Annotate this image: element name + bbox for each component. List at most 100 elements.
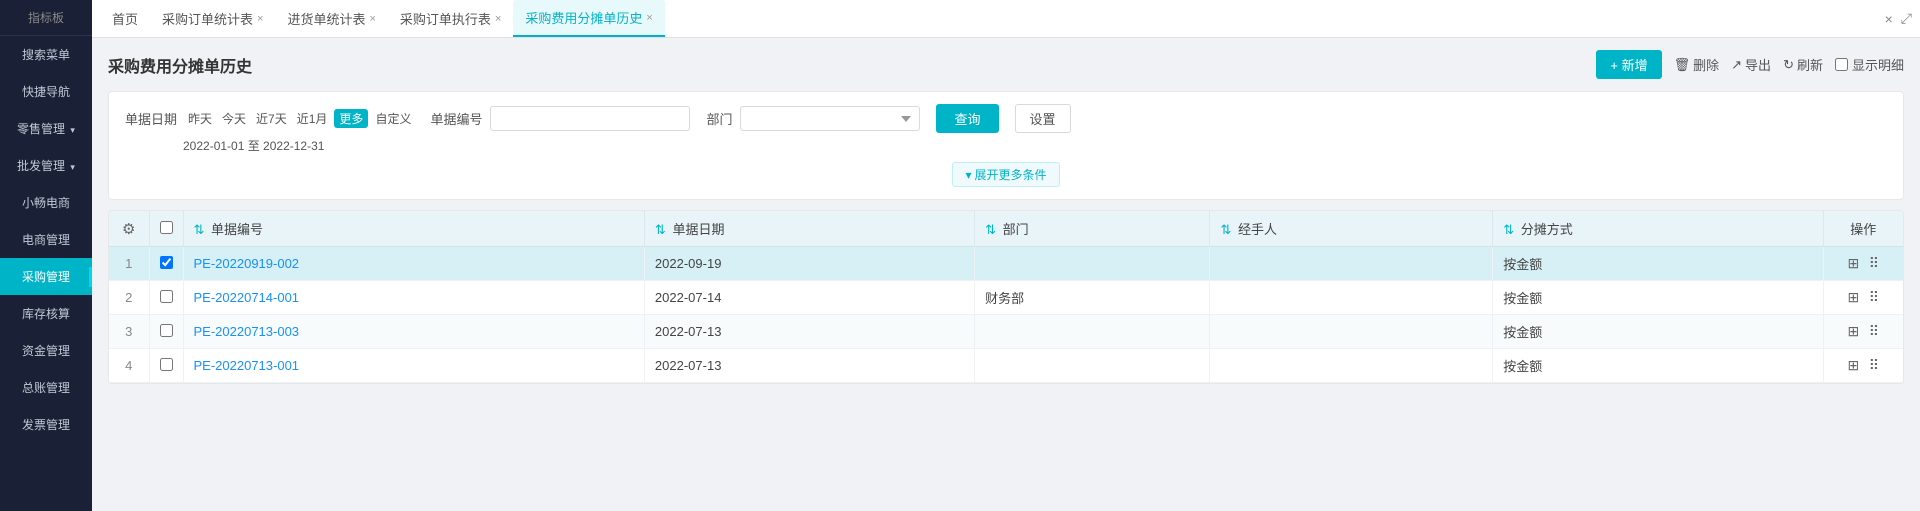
show-columns-input[interactable] (1835, 58, 1848, 71)
sidebar-item-purchase[interactable]: 采购管理 (0, 258, 92, 295)
doc-no-link-1[interactable]: PE-20220919-002 (194, 256, 300, 271)
sidebar-item-invoice[interactable]: 发票管理 (0, 406, 92, 443)
refresh-button[interactable]: ↻ 刷新 (1783, 55, 1823, 74)
view-icon-1[interactable]: ⊞ (1847, 255, 1859, 271)
row-checkbox-4[interactable] (149, 349, 183, 383)
last7days-shortcut[interactable]: 近7天 (253, 109, 290, 128)
sidebar-item-quick-nav[interactable]: 快捷导航 (0, 73, 92, 110)
view-icon-2[interactable]: ⊞ (1847, 289, 1859, 305)
row-doc-no-1: PE-20220919-002 (183, 247, 644, 281)
row-handler-4 (1210, 349, 1493, 383)
yesterday-shortcut[interactable]: 昨天 (185, 109, 215, 128)
table-row: 2 PE-20220714-001 2022-07-14 财务部 按金额 ⊞ ⠿ (109, 281, 1903, 315)
custom-shortcut[interactable]: 自定义 (372, 109, 414, 128)
tab-close-purchase-order-exec[interactable]: × (495, 13, 501, 25)
sidebar-item-ledger[interactable]: 总账管理 (0, 369, 92, 406)
sidebar-item-search-menu[interactable]: 搜索菜单 (0, 36, 92, 73)
tab-close-purchase-order-stat[interactable]: × (257, 13, 263, 25)
page-content-area: 采购费用分摊单历史 + 新增 🗑 删除 ↗ 导出 ↻ 刷新 显示明细 (92, 38, 1920, 511)
expand-conditions-button[interactable]: ▾ 展开更多条件 (952, 162, 1059, 187)
row-doc-no-3: PE-20220713-003 (183, 315, 644, 349)
data-table-container: ⚙ ⇅ 单据编号 ⇅ 单据日期 (108, 210, 1904, 384)
doc-no-link-2[interactable]: PE-20220714-001 (194, 290, 300, 305)
sidebar-item-wholesale[interactable]: 批发管理 ▾ (0, 147, 92, 184)
col-doc-date-header[interactable]: ⇅ 单据日期 (644, 211, 974, 247)
show-columns-checkbox[interactable]: 显示明细 (1835, 55, 1904, 74)
sort-icon: ⇅ (985, 222, 996, 237)
select-all-checkbox[interactable] (160, 221, 173, 234)
more-icon-3[interactable]: ⠿ (1869, 323, 1879, 339)
row-split-method-4: 按金额 (1493, 349, 1823, 383)
row-index-3: 3 (109, 315, 149, 349)
search-row-1: 单据日期 昨天 今天 近7天 近1月 更多 自定义 单据编号 (125, 104, 1887, 133)
add-button[interactable]: + 新增 (1596, 50, 1661, 79)
view-icon-4[interactable]: ⊞ (1847, 357, 1859, 373)
delete-button[interactable]: 🗑 删除 (1674, 55, 1720, 74)
col-handler-header[interactable]: ⇅ 经手人 (1210, 211, 1493, 247)
row-checkbox-1[interactable] (149, 247, 183, 281)
dept-label: 部门 (706, 109, 732, 128)
sort-icon: ⇅ (194, 222, 205, 237)
col-settings-header[interactable]: ⚙ (109, 211, 149, 247)
date-label: 单据日期 (125, 109, 177, 128)
doc-no-label: 单据编号 (430, 109, 482, 128)
search-panel: 单据日期 昨天 今天 近7天 近1月 更多 自定义 单据编号 (108, 91, 1904, 200)
row-actions-4: ⊞ ⠿ (1823, 349, 1903, 383)
today-shortcut[interactable]: 今天 (219, 109, 249, 128)
tab-bar: 首页 采购订单统计表 × 进货单统计表 × 采购订单执行表 × 采购费用分摊单历… (92, 0, 1920, 38)
row-checkbox-2[interactable] (149, 281, 183, 315)
row-actions-1: ⊞ ⠿ (1823, 247, 1903, 281)
col-dept-header[interactable]: ⇅ 部门 (975, 211, 1210, 247)
page-title: 采购费用分摊单历史 (108, 53, 252, 77)
row-checkbox-3[interactable] (149, 315, 183, 349)
date-shortcuts: 昨天 今天 近7天 近1月 更多 自定义 (185, 109, 414, 128)
sidebar-item-inventory[interactable]: 库存核算 (0, 295, 92, 332)
more-icon-2[interactable]: ⠿ (1869, 289, 1879, 305)
query-button[interactable]: 查询 (936, 104, 998, 133)
view-icon-3[interactable]: ⊞ (1847, 323, 1859, 339)
doc-no-input[interactable] (490, 106, 690, 131)
table-header-row: ⚙ ⇅ 单据编号 ⇅ 单据日期 (109, 211, 1903, 247)
column-settings-icon[interactable]: ⚙ (122, 221, 135, 238)
export-button[interactable]: ↗ 导出 (1731, 55, 1771, 74)
row-split-method-1: 按金额 (1493, 247, 1823, 281)
more-shortcuts-button[interactable]: 更多 (334, 109, 368, 128)
tab-close-purchase-cost-history[interactable]: × (646, 12, 652, 24)
row-select-input-1[interactable] (160, 256, 173, 269)
tab-home[interactable]: 首页 (100, 1, 150, 36)
sidebar-item-finance[interactable]: 资金管理 (0, 332, 92, 369)
expand-window-button[interactable]: ⤢ (1901, 10, 1912, 27)
tab-incoming-stat[interactable]: 进货单统计表 × (275, 1, 387, 36)
more-icon-1[interactable]: ⠿ (1869, 255, 1879, 271)
col-split-method-header[interactable]: ⇅ 分摊方式 (1493, 211, 1823, 247)
doc-no-link-3[interactable]: PE-20220713-003 (194, 324, 300, 339)
close-all-tabs-button[interactable]: × (1885, 11, 1893, 27)
row-select-input-2[interactable] (160, 290, 173, 303)
more-icon-4[interactable]: ⠿ (1869, 357, 1879, 373)
row-split-method-3: 按金额 (1493, 315, 1823, 349)
tab-purchase-order-stat[interactable]: 采购订单统计表 × (150, 1, 275, 36)
col-checkbox-header[interactable] (149, 211, 183, 247)
doc-no-link-4[interactable]: PE-20220713-001 (194, 358, 300, 373)
chevron-down-icon: ▾ (965, 168, 971, 182)
row-index-1: 1 (109, 247, 149, 281)
tab-close-incoming-stat[interactable]: × (369, 13, 375, 25)
last1month-shortcut[interactable]: 近1月 (294, 109, 331, 128)
sidebar-item-ecommerce-small[interactable]: 小畅电商 (0, 184, 92, 221)
toolbar: + 新增 🗑 删除 ↗ 导出 ↻ 刷新 显示明细 (1596, 50, 1904, 79)
sidebar-item-ecommerce-mgmt[interactable]: 电商管理 (0, 221, 92, 258)
row-dept-3 (975, 315, 1210, 349)
row-select-input-4[interactable] (160, 358, 173, 371)
settings-button[interactable]: 设置 (1015, 104, 1071, 133)
tab-purchase-cost-history[interactable]: 采购费用分摊单历史 × (513, 0, 664, 37)
tab-purchase-order-exec[interactable]: 采购订单执行表 × (388, 1, 513, 36)
row-select-input-3[interactable] (160, 324, 173, 337)
main-content: 首页 采购订单统计表 × 进货单统计表 × 采购订单执行表 × 采购费用分摊单历… (92, 0, 1920, 511)
col-doc-no-header[interactable]: ⇅ 单据编号 (183, 211, 644, 247)
dept-select[interactable]: 财务部 (740, 106, 920, 131)
sidebar-item-retail[interactable]: 零售管理 ▾ (0, 110, 92, 147)
date-range-display: 2022-01-01 至 2022-12-31 (183, 139, 324, 153)
tab-bar-right: × ⤢ (1885, 10, 1912, 27)
chevron-down-icon: ▾ (70, 125, 75, 135)
row-doc-date-3: 2022-07-13 (644, 315, 974, 349)
